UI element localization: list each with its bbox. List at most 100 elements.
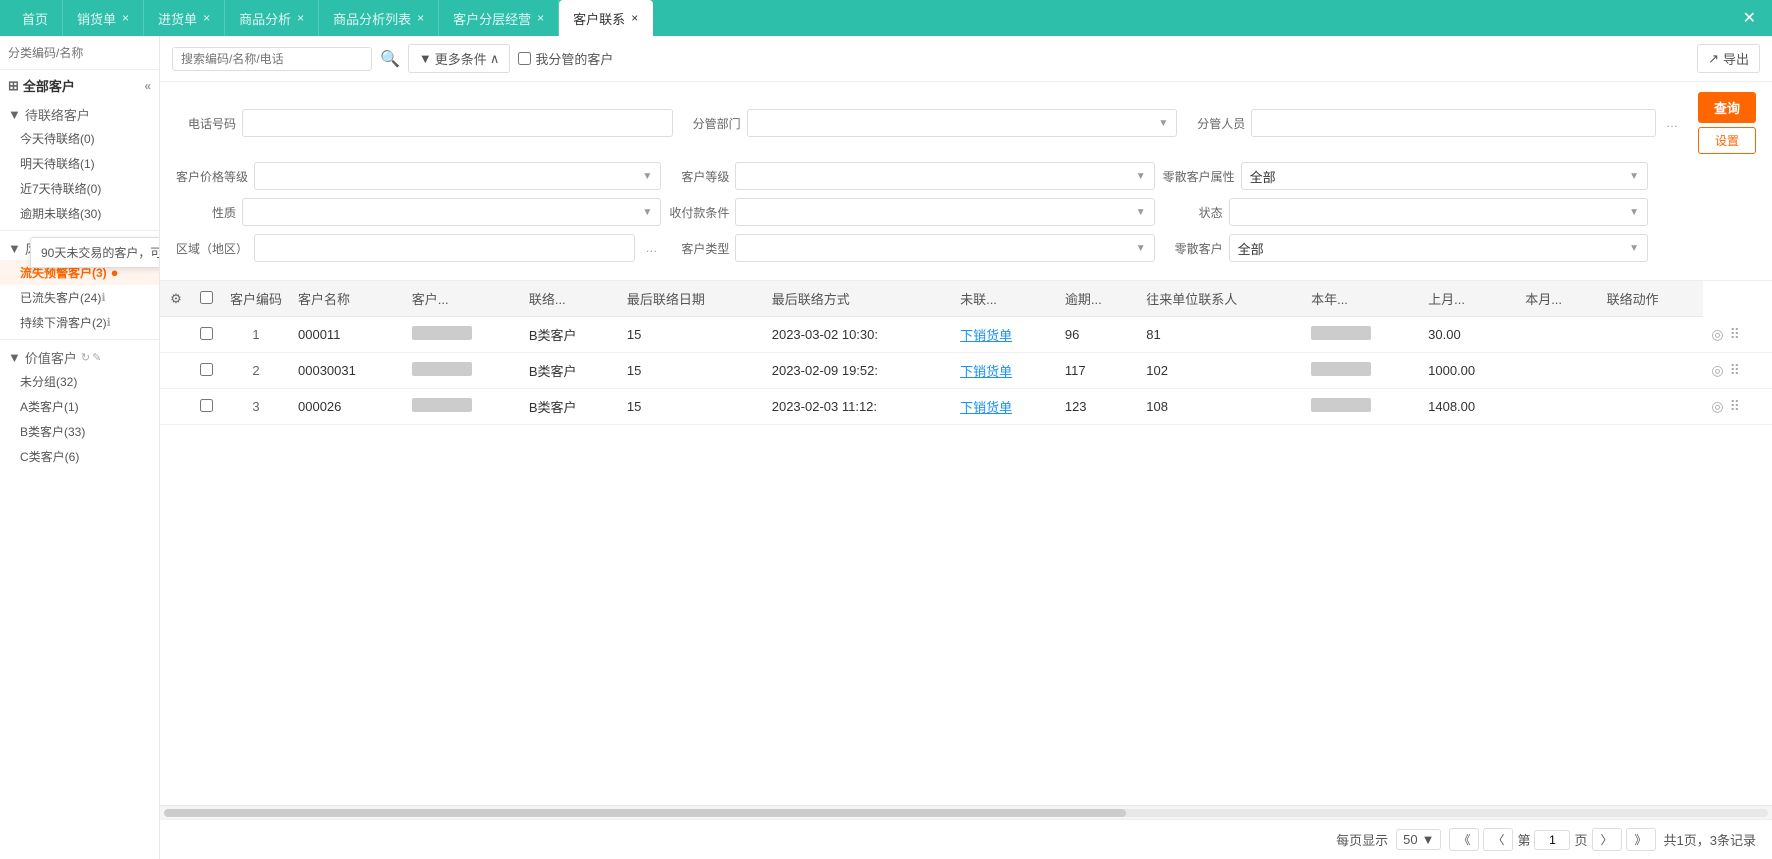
tab-customer-stratification-label: 客户分层经营	[453, 9, 531, 28]
tab-product-analysis[interactable]: 商品分析 ×	[225, 0, 319, 36]
first-page-button[interactable]: 《	[1449, 828, 1479, 851]
tab-customer-contact[interactable]: 客户联系 ×	[559, 0, 653, 36]
sidebar-item-a-class[interactable]: A类客户(1)	[0, 394, 159, 419]
more-conditions-button[interactable]: ▼ 更多条件 ∧	[408, 44, 510, 73]
sidebar-item-churned[interactable]: 已流失客户(24) ℹ	[0, 285, 159, 310]
export-icon: ↗	[1708, 51, 1719, 67]
payment-select[interactable]: ▼	[735, 198, 1154, 226]
customer-table: ⚙ 客户编码 客户名称 客户... 联络... 最后联络日期	[160, 281, 1772, 425]
filter-field-retail-customer: 零散客户 全部 ▼	[1163, 234, 1648, 262]
col-last-month[interactable]: 上月...	[1420, 281, 1517, 317]
page-size-select[interactable]: 50 ▼	[1396, 829, 1441, 850]
sidebar-item-tomorrow-contact[interactable]: 明天待联络(1)	[0, 151, 159, 176]
my-customers-checkbox[interactable]	[518, 52, 531, 65]
tab-product-analysis-list-close[interactable]: ×	[417, 11, 424, 25]
sidebar-group-value-customers[interactable]: ▼ 价值客户 ↻ ✎	[0, 344, 159, 369]
retail-attr-arrow: ▼	[1629, 171, 1639, 182]
sidebar-divider-1	[0, 230, 159, 231]
horizontal-scrollbar[interactable]	[160, 805, 1772, 819]
tab-product-analysis-list-label: 商品分析列表	[333, 9, 411, 28]
more-actions-icon[interactable]: ⠿	[1730, 398, 1740, 415]
more-actions-icon[interactable]: ⠿	[1730, 362, 1740, 379]
col-no-contact[interactable]: 未联...	[952, 281, 1057, 317]
row-checkbox[interactable]	[200, 363, 213, 376]
status-select[interactable]: ▼	[1229, 198, 1648, 226]
customer-type-select[interactable]: ▼	[735, 234, 1154, 262]
more-actions-icon[interactable]: ⠿	[1730, 326, 1740, 343]
row-last-month	[1517, 353, 1598, 389]
sidebar-collapse-icon[interactable]: «	[144, 79, 151, 93]
tab-customer-stratification-close[interactable]: ×	[537, 11, 544, 25]
customer-grade-select[interactable]: ▼	[735, 162, 1154, 190]
tab-sales-order-close[interactable]: ×	[122, 11, 129, 25]
tab-home[interactable]: 首页	[8, 0, 63, 36]
page-number-input[interactable]	[1534, 830, 1570, 850]
my-customers-checkbox-container[interactable]: 我分管的客户	[518, 49, 613, 68]
prev-page-button[interactable]: 〈	[1483, 828, 1513, 851]
row-contact-count: 15	[619, 353, 764, 389]
col-company-contact[interactable]: 往来单位联系人	[1138, 281, 1303, 317]
tab-purchase-order-label: 进货单	[158, 9, 197, 28]
region-more-btn[interactable]: …	[641, 241, 661, 255]
retail-attr-select[interactable]: 全部 ▼	[1241, 162, 1648, 190]
sidebar-item-c-class[interactable]: C类客户(6)	[0, 444, 159, 469]
query-button[interactable]: 查询	[1698, 92, 1756, 123]
value-edit-icon[interactable]: ✎	[92, 351, 101, 364]
action-icons-container: ◎ ⠿	[1711, 326, 1764, 343]
nature-select[interactable]: ▼	[242, 198, 661, 226]
row-last-method-link[interactable]: 下销货单	[960, 328, 1012, 343]
price-grade-select[interactable]: ▼	[254, 162, 661, 190]
last-page-button[interactable]: 》	[1626, 828, 1656, 851]
col-settings[interactable]: ⚙	[160, 281, 192, 317]
filter-search-icon[interactable]: 🔍	[380, 49, 400, 69]
tab-customer-stratification[interactable]: 客户分层经营 ×	[439, 0, 559, 36]
sidebar-search-input[interactable]	[8, 46, 160, 60]
tab-product-analysis-list[interactable]: 商品分析列表 ×	[319, 0, 439, 36]
col-last-date[interactable]: 最后联络日期	[619, 281, 764, 317]
export-button[interactable]: ↗ 导出	[1697, 44, 1760, 73]
row-code: 000026	[290, 389, 404, 425]
col-last-method[interactable]: 最后联络方式	[764, 281, 952, 317]
col-this-year[interactable]: 本年...	[1303, 281, 1420, 317]
tab-product-analysis-close[interactable]: ×	[297, 11, 304, 25]
manager-more-btn[interactable]: …	[1662, 116, 1682, 130]
col-code[interactable]: 客户编码	[222, 281, 290, 317]
col-name[interactable]: 客户名称	[290, 281, 404, 317]
tab-purchase-order[interactable]: 进货单 ×	[144, 0, 225, 36]
tab-sales-order[interactable]: 销货单 ×	[63, 0, 144, 36]
tab-customer-contact-close[interactable]: ×	[631, 11, 638, 25]
phone-input[interactable]	[242, 109, 673, 137]
contact-icon[interactable]: ◎	[1711, 362, 1723, 379]
sidebar-item-unclassified[interactable]: 未分组(32)	[0, 369, 159, 394]
sidebar-item-b-class[interactable]: B类客户(33)	[0, 419, 159, 444]
filter-icon: ▼	[419, 51, 432, 66]
sidebar-item-overdue-contact[interactable]: 逾期未联络(30)	[0, 201, 159, 226]
contact-icon[interactable]: ◎	[1711, 398, 1723, 415]
settings-button[interactable]: 设置	[1698, 127, 1756, 154]
manager-input[interactable]	[1251, 109, 1656, 137]
sidebar-all-customers[interactable]: ⊞ 全部客户 «	[0, 70, 159, 101]
col-overdue[interactable]: 逾期...	[1057, 281, 1138, 317]
dept-select[interactable]: ▼	[747, 109, 1178, 137]
sidebar-item-7day-contact[interactable]: 近7天待联络(0)	[0, 176, 159, 201]
close-window-button[interactable]: ✕	[1735, 8, 1764, 28]
row-last-method-link[interactable]: 下销货单	[960, 364, 1012, 379]
next-page-button[interactable]: 〉	[1592, 828, 1622, 851]
sidebar-item-declining[interactable]: 持续下滑客户(2) ℹ	[0, 310, 159, 335]
row-company-contact	[1303, 317, 1420, 353]
retail-customer-select[interactable]: 全部 ▼	[1229, 234, 1648, 262]
row-checkbox[interactable]	[200, 327, 213, 340]
col-this-month[interactable]: 本月...	[1517, 281, 1598, 317]
sidebar-group-pending-contact[interactable]: ▼ 待联络客户	[0, 101, 159, 126]
row-checkbox[interactable]	[200, 399, 213, 412]
tab-purchase-order-close[interactable]: ×	[203, 11, 210, 25]
region-input[interactable]	[254, 234, 635, 262]
filter-row-3: 性质 ▼ 收付款条件 ▼ 状态	[176, 198, 1756, 226]
contact-icon[interactable]: ◎	[1711, 326, 1723, 343]
filter-search-input[interactable]	[172, 47, 372, 71]
sidebar-item-today-contact[interactable]: 今天待联络(0)	[0, 126, 159, 151]
select-all-checkbox[interactable]	[200, 291, 213, 304]
value-refresh-icon[interactable]: ↻	[81, 351, 90, 364]
row-last-method-link[interactable]: 下销货单	[960, 400, 1012, 415]
scroll-thumb[interactable]	[164, 809, 1126, 817]
